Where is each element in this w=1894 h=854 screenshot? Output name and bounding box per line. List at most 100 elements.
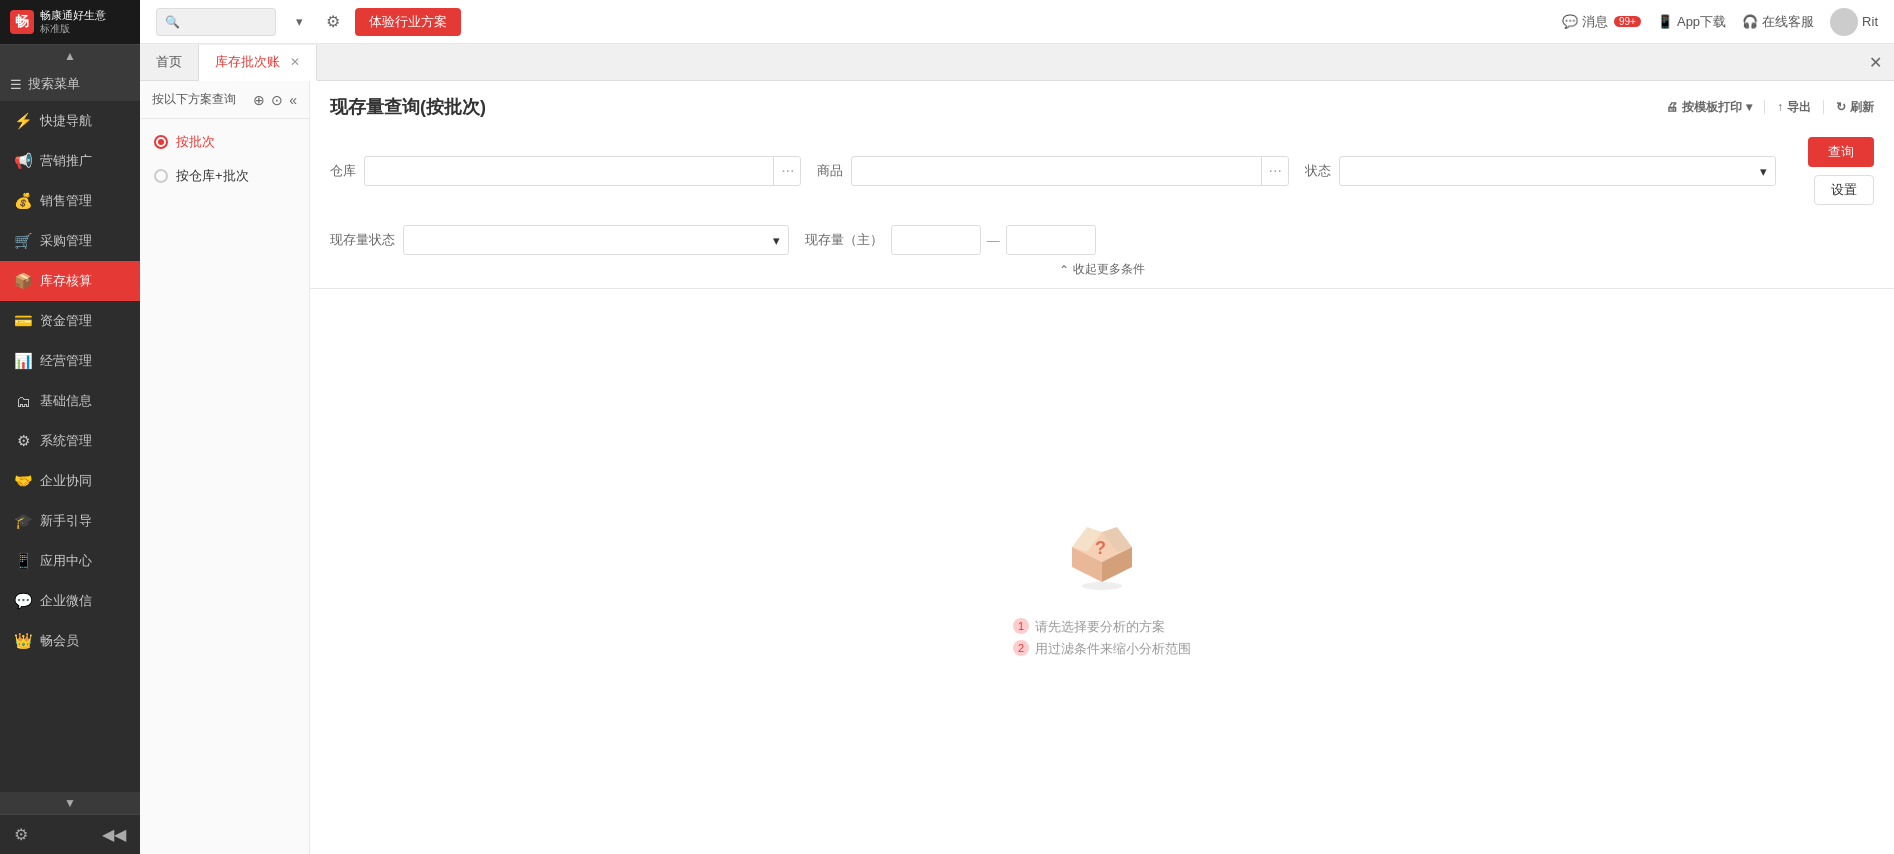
form-row-1: 仓库 ··· 商品 ··· 状态 — [330, 127, 1874, 215]
app-download-label: App下载 — [1677, 13, 1726, 31]
newbie-icon: 🎓 — [14, 512, 32, 530]
product-dots-button[interactable]: ··· — [1261, 156, 1289, 186]
stock-qty-range: — — [891, 225, 1096, 255]
stock-status-select[interactable]: ▾ — [403, 225, 789, 255]
stock-qty-to[interactable] — [1006, 225, 1096, 255]
status-select[interactable]: ▾ — [1339, 156, 1776, 186]
sidebar-item-wechat[interactable]: 💬 企业微信 — [0, 581, 140, 621]
query-button[interactable]: 查询 — [1808, 137, 1874, 167]
warehouse-input[interactable] — [364, 156, 801, 186]
system-icon: ⚙ — [14, 432, 32, 450]
divider — [1764, 100, 1765, 114]
sidebar-item-basic[interactable]: 🗂 基础信息 — [0, 381, 140, 421]
quick-nav-icon: ⚡ — [14, 112, 32, 130]
app-logo: 畅 — [10, 10, 34, 34]
sidebar-item-label: 企业微信 — [40, 592, 92, 610]
tip-text-1: 请先选择要分析的方案 — [1035, 618, 1165, 636]
svg-point-6 — [1082, 582, 1122, 590]
refresh-label: 刷新 — [1850, 99, 1874, 116]
filter-item-warehouse-batch[interactable]: 按仓库+批次 — [140, 159, 309, 193]
topbar-gear-button[interactable]: ⚙ — [319, 8, 347, 36]
sidebar-item-operations[interactable]: 📊 经营管理 — [0, 341, 140, 381]
sidebar-item-sales[interactable]: 💰 销售管理 — [0, 181, 140, 221]
filter-item-batch[interactable]: 按批次 — [140, 125, 309, 159]
warehouse-dots-button[interactable]: ··· — [773, 156, 801, 186]
query-btn-group: 查询 设置 — [1792, 137, 1874, 205]
messages-button[interactable]: 💬 消息 99+ — [1562, 13, 1641, 31]
sidebar-search[interactable]: ☰ 搜索菜单 — [0, 67, 140, 101]
export-label: 导出 — [1787, 99, 1811, 116]
product-input[interactable] — [851, 156, 1288, 186]
sidebar-item-purchase[interactable]: 🛒 采购管理 — [0, 221, 140, 261]
online-service-label: 在线客服 — [1762, 13, 1814, 31]
sidebar: 畅 畅康通好生意 标准版 ▲ ☰ 搜索菜单 ⚡ 快捷导航 📢 营销推广 💰 销售… — [0, 0, 140, 854]
tab-batch-label: 库存批次账 — [215, 53, 280, 71]
stock-qty-from[interactable] — [891, 225, 981, 255]
content-area: 按以下方案查询 ⊕ ⊙ « 按批次 按仓库+批次 — [140, 81, 1894, 854]
tab-home-label: 首页 — [156, 53, 182, 71]
app-download-button[interactable]: 📱 App下载 — [1657, 13, 1726, 31]
product-label: 商品 — [817, 162, 843, 180]
sidebar-item-enterprise[interactable]: 🤝 企业协同 — [0, 461, 140, 501]
search-form: 仓库 ··· 商品 ··· 状态 — [310, 127, 1894, 289]
topbar-left: 🔍 ▾ ⚙ 体验行业方案 — [156, 8, 1554, 36]
sidebar-item-marketing[interactable]: 📢 营销推广 — [0, 141, 140, 181]
sidebar-item-label: 企业协同 — [40, 472, 92, 490]
sidebar-item-label: 畅会员 — [40, 632, 79, 650]
warehouse-group: 仓库 ··· — [330, 156, 801, 186]
apps-icon: 📱 — [14, 552, 32, 570]
empty-illustration: ? — [1042, 482, 1162, 602]
radio-warehouse-batch — [154, 169, 168, 183]
sidebar-footer: ⚙ ◀◀ — [0, 814, 140, 854]
messages-label: 消息 — [1582, 13, 1608, 31]
refresh-button[interactable]: ↻ 刷新 — [1836, 99, 1874, 116]
basic-icon: 🗂 — [14, 392, 32, 410]
sidebar-item-label: 系统管理 — [40, 432, 92, 450]
tab-panel-close-button[interactable]: ✕ — [1857, 53, 1894, 72]
title-actions: 🖨 按模板打印 ▾ ↑ 导出 ↻ 刷新 — [1666, 99, 1874, 116]
sidebar-item-quick-nav[interactable]: ⚡ 快捷导航 — [0, 101, 140, 141]
sidebar-item-finance[interactable]: 💳 资金管理 — [0, 301, 140, 341]
sidebar-item-label: 基础信息 — [40, 392, 92, 410]
query-title-bar: 现存量查询(按批次) 🖨 按模板打印 ▾ ↑ 导出 ↻ 刷 — [310, 81, 1894, 127]
sidebar-item-label: 营销推广 — [40, 152, 92, 170]
marketing-icon: 📢 — [14, 152, 32, 170]
trial-button[interactable]: 体验行业方案 — [355, 8, 461, 36]
chevron-stock-icon: ▾ — [773, 233, 780, 248]
filter-item-label: 按仓库+批次 — [176, 167, 249, 185]
top-search-box[interactable]: 🔍 — [156, 8, 276, 36]
online-service-button[interactable]: 🎧 在线客服 — [1742, 13, 1814, 31]
sidebar-scroll-down[interactable]: ▼ — [0, 792, 140, 814]
settings-button[interactable]: 设置 — [1814, 175, 1874, 205]
settings-icon[interactable]: ⚙ — [14, 825, 28, 844]
sidebar-header: 畅 畅康通好生意 标准版 — [0, 0, 140, 45]
filter-add-button[interactable]: ⊕ — [253, 92, 265, 108]
collapse-icon[interactable]: ◀◀ — [102, 825, 126, 844]
print-button[interactable]: 🖨 按模板打印 ▾ — [1666, 99, 1752, 116]
sidebar-item-apps[interactable]: 📱 应用中心 — [0, 541, 140, 581]
search-icon: ☰ — [10, 77, 22, 92]
finance-icon: 💳 — [14, 312, 32, 330]
app-edition: 标准版 — [40, 22, 106, 36]
refresh-icon: ↻ — [1836, 100, 1846, 114]
chevron-up-icon: ⌃ — [1059, 263, 1069, 277]
sales-icon: 💰 — [14, 192, 32, 210]
form-row-2: 现存量状态 ▾ 现存量（主） — — [330, 215, 1874, 255]
tab-home[interactable]: 首页 — [140, 44, 199, 80]
member-icon: 👑 — [14, 632, 32, 650]
export-button[interactable]: ↑ 导出 — [1777, 99, 1811, 116]
dropdown-button[interactable]: ▾ — [284, 10, 311, 33]
filter-settings-icon[interactable]: ⊙ — [271, 92, 283, 108]
tab-close-icon[interactable]: ✕ — [290, 55, 300, 69]
filter-collapse-icon[interactable]: « — [289, 92, 297, 108]
collapse-button[interactable]: ⌃ 收起更多条件 — [330, 255, 1874, 288]
sidebar-item-system[interactable]: ⚙ 系统管理 — [0, 421, 140, 461]
sidebar-item-inventory[interactable]: 📦 库存核算 — [0, 261, 140, 301]
sidebar-item-member[interactable]: 👑 畅会员 — [0, 621, 140, 661]
sidebar-item-newbie[interactable]: 🎓 新手引导 — [0, 501, 140, 541]
sidebar-scroll-up[interactable]: ▲ — [0, 45, 140, 67]
sidebar-item-label: 快捷导航 — [40, 112, 92, 130]
tip-1: 1 请先选择要分析的方案 — [1013, 618, 1191, 636]
user-info[interactable]: Rit — [1830, 8, 1878, 36]
tab-batch[interactable]: 库存批次账 ✕ — [199, 45, 317, 81]
